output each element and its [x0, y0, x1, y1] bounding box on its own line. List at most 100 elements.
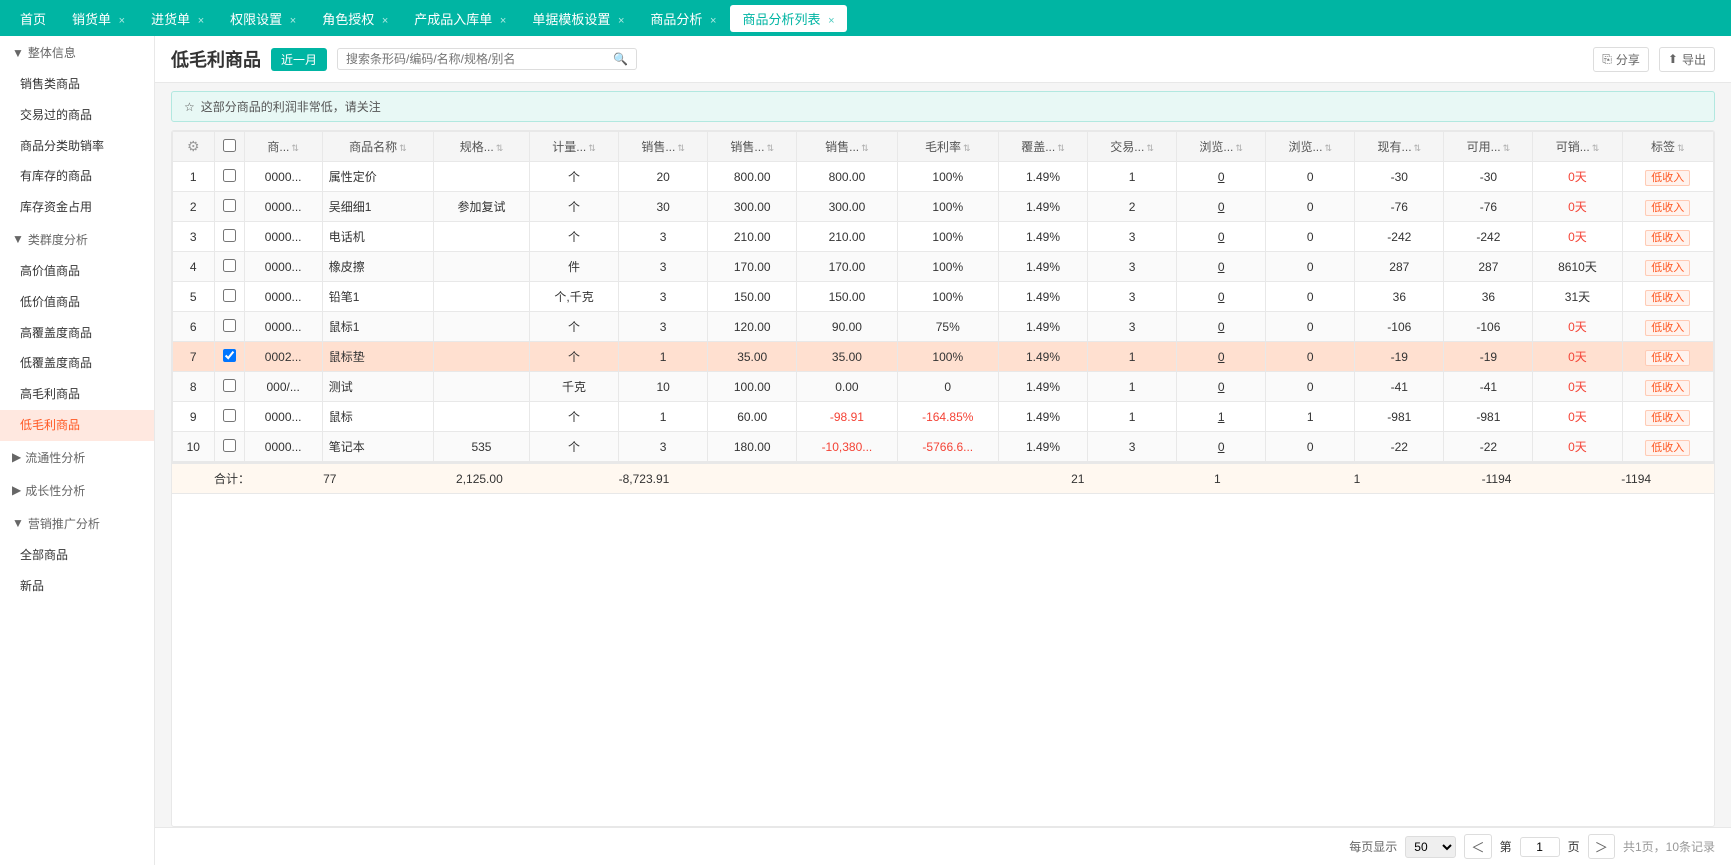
sidebar-group-circulation[interactable]: ▶ 流通性分析: [0, 441, 154, 474]
sidebar-group-marketing[interactable]: ▼ 营销推广分析: [0, 507, 154, 540]
th-gear[interactable]: ⚙: [173, 132, 215, 162]
cell-browse1[interactable]: 0: [1177, 282, 1266, 312]
nav-purchase[interactable]: 进货单 ×: [139, 5, 216, 32]
th-browse2[interactable]: 浏览...⇅: [1266, 132, 1355, 162]
nav-role-close[interactable]: ×: [382, 15, 388, 27]
nav-analysis[interactable]: 商品分析 ×: [638, 5, 728, 32]
nav-template[interactable]: 单据模板设置 ×: [520, 5, 636, 32]
sidebar-item-high-coverage[interactable]: 高覆盖度商品: [0, 318, 154, 349]
sidebar-item-sales-products[interactable]: 销售类商品: [0, 69, 154, 100]
time-filter-button[interactable]: 近一月: [271, 48, 327, 71]
cell-tag[interactable]: 低收入: [1622, 282, 1713, 312]
cell-tag[interactable]: 低收入: [1622, 312, 1713, 342]
cell-browse1[interactable]: 0: [1177, 432, 1266, 462]
cell-browse1[interactable]: 1: [1177, 402, 1266, 432]
nav-sales-close[interactable]: ×: [119, 15, 125, 27]
th-name[interactable]: 商品名称⇅: [322, 132, 433, 162]
sidebar-item-high-margin[interactable]: 高毛利商品: [0, 379, 154, 410]
cell-tag[interactable]: 低收入: [1622, 402, 1713, 432]
th-unit[interactable]: 计量...⇅: [530, 132, 619, 162]
sidebar-item-low-margin[interactable]: 低毛利商品: [0, 410, 154, 441]
cell-checkbox[interactable]: [214, 312, 244, 342]
cell-checkbox[interactable]: [214, 252, 244, 282]
nav-template-close[interactable]: ×: [618, 15, 624, 27]
nav-analysis-list[interactable]: 商品分析列表 ×: [730, 5, 846, 32]
per-page-select[interactable]: 50 20 100: [1405, 836, 1456, 858]
sidebar-item-new-products[interactable]: 新品: [0, 571, 154, 602]
cell-checkbox[interactable]: [214, 342, 244, 372]
next-page-button[interactable]: ＞: [1588, 834, 1615, 859]
th-margin[interactable]: 毛利率⇅: [897, 132, 998, 162]
row-checkbox[interactable]: [223, 439, 236, 452]
sidebar-item-high-value[interactable]: 高价值商品: [0, 256, 154, 287]
sidebar-item-low-value[interactable]: 低价值商品: [0, 287, 154, 318]
row-checkbox[interactable]: [223, 289, 236, 302]
cell-tag[interactable]: 低收入: [1622, 192, 1713, 222]
row-checkbox[interactable]: [223, 229, 236, 242]
cell-tag[interactable]: 低收入: [1622, 432, 1713, 462]
sidebar-item-category-sales-rate[interactable]: 商品分类助销率: [0, 131, 154, 162]
cell-checkbox[interactable]: [214, 222, 244, 252]
cell-tag[interactable]: 低收入: [1622, 342, 1713, 372]
row-checkbox[interactable]: [223, 409, 236, 422]
nav-home[interactable]: 首页: [8, 5, 58, 32]
nav-product-entry-close[interactable]: ×: [500, 15, 506, 27]
th-sales-price[interactable]: 销售...⇅: [708, 132, 797, 162]
row-checkbox[interactable]: [223, 169, 236, 182]
cell-browse1[interactable]: 0: [1177, 192, 1266, 222]
th-tag[interactable]: 标签⇅: [1622, 132, 1713, 162]
sidebar-item-low-coverage[interactable]: 低覆盖度商品: [0, 348, 154, 379]
prev-page-button[interactable]: ＜: [1464, 834, 1491, 859]
sidebar-item-stocked-products[interactable]: 有库存的商品: [0, 161, 154, 192]
cell-tag[interactable]: 低收入: [1622, 372, 1713, 402]
cell-checkbox[interactable]: [214, 162, 244, 192]
nav-permission-close[interactable]: ×: [290, 15, 296, 27]
th-sales-qty[interactable]: 销售...⇅: [619, 132, 708, 162]
th-code[interactable]: 商...⇅: [244, 132, 322, 162]
th-checkbox[interactable]: [214, 132, 244, 162]
share-button[interactable]: ⎘ 分享: [1593, 47, 1649, 72]
cell-tag[interactable]: 低收入: [1622, 222, 1713, 252]
nav-analysis-list-close[interactable]: ×: [828, 15, 834, 27]
cell-checkbox[interactable]: [214, 432, 244, 462]
cell-checkbox[interactable]: [214, 192, 244, 222]
row-checkbox[interactable]: [223, 379, 236, 392]
nav-sales[interactable]: 销货单 ×: [60, 5, 137, 32]
sidebar-item-capital[interactable]: 库存资金占用: [0, 192, 154, 223]
cell-browse1[interactable]: 0: [1177, 162, 1266, 192]
nav-product-entry[interactable]: 产成品入库单 ×: [402, 5, 518, 32]
nav-permission[interactable]: 权限设置 ×: [218, 5, 308, 32]
sidebar-item-all-products[interactable]: 全部商品: [0, 540, 154, 571]
row-checkbox[interactable]: [223, 349, 236, 362]
search-icon[interactable]: 🔍: [613, 52, 628, 66]
th-sales-profit[interactable]: 销售...⇅: [797, 132, 897, 162]
sidebar-group-cluster[interactable]: ▼ 类群度分析: [0, 223, 154, 256]
th-sellable[interactable]: 可销...⇅: [1533, 132, 1622, 162]
cell-checkbox[interactable]: [214, 282, 244, 312]
th-browse1[interactable]: 浏览...⇅: [1177, 132, 1266, 162]
sidebar-group-growth[interactable]: ▶ 成长性分析: [0, 474, 154, 507]
nav-analysis-close[interactable]: ×: [710, 15, 716, 27]
export-button[interactable]: ⬆ 导出: [1659, 47, 1715, 72]
cell-browse1[interactable]: 0: [1177, 222, 1266, 252]
th-trade[interactable]: 交易...⇅: [1088, 132, 1177, 162]
cell-tag[interactable]: 低收入: [1622, 162, 1713, 192]
row-checkbox[interactable]: [223, 319, 236, 332]
cell-browse1[interactable]: 0: [1177, 342, 1266, 372]
th-available[interactable]: 可用...⇅: [1444, 132, 1533, 162]
row-checkbox[interactable]: [223, 199, 236, 212]
cell-browse1[interactable]: 0: [1177, 252, 1266, 282]
nav-purchase-close[interactable]: ×: [198, 15, 204, 27]
th-coverage[interactable]: 覆盖...⇅: [998, 132, 1087, 162]
cell-checkbox[interactable]: [214, 372, 244, 402]
cell-browse1[interactable]: 0: [1177, 312, 1266, 342]
nav-role[interactable]: 角色授权 ×: [310, 5, 400, 32]
sidebar-group-overall[interactable]: ▼ 整体信息: [0, 36, 154, 69]
row-checkbox[interactable]: [223, 259, 236, 272]
cell-tag[interactable]: 低收入: [1622, 252, 1713, 282]
search-input[interactable]: [346, 52, 613, 66]
select-all-checkbox[interactable]: [223, 139, 236, 152]
sidebar-item-traded-products[interactable]: 交易过的商品: [0, 100, 154, 131]
page-input[interactable]: [1520, 837, 1560, 857]
cell-checkbox[interactable]: [214, 402, 244, 432]
